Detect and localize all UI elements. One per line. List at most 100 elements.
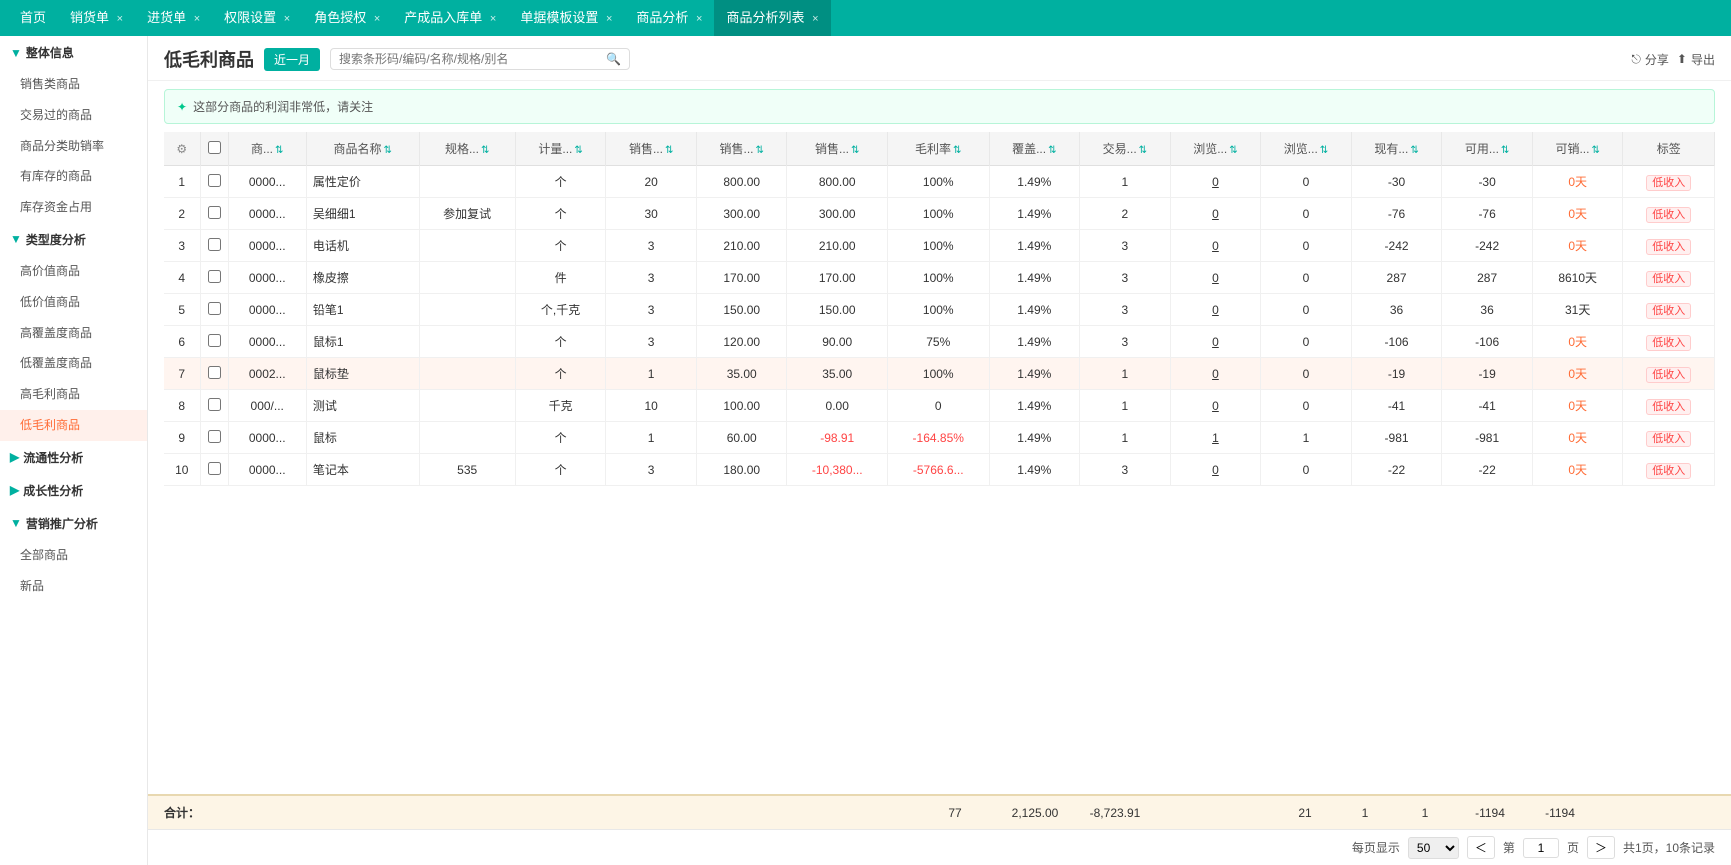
col-trade[interactable]: 交易...⇅ [1080,132,1171,166]
col-gross-rate[interactable]: 毛利率⇅ [887,132,989,166]
row-no: 4 [164,262,200,294]
row-browse1[interactable]: 0 [1170,230,1261,262]
row-browse1[interactable]: 0 [1170,262,1261,294]
row-select-checkbox[interactable] [208,174,221,187]
export-button[interactable]: ⬆ 导出 [1677,51,1715,68]
nav-sales-close[interactable]: × [117,13,123,25]
nav-product-entry[interactable]: 产成品入库单 × [392,0,508,36]
row-select-checkbox[interactable] [208,238,221,251]
col-settings[interactable]: ⚙ [164,132,200,166]
row-select-checkbox[interactable] [208,462,221,475]
col-spec[interactable]: 规格...⇅ [419,132,515,166]
col-sales-qty[interactable]: 销售...⇅ [606,132,697,166]
next-page-button[interactable]: ＞ [1587,836,1615,859]
row-browse1[interactable]: 0 [1170,294,1261,326]
row-checkbox[interactable] [200,230,228,262]
row-browse1[interactable]: 0 [1170,326,1261,358]
col-coverage[interactable]: 覆盖...⇅ [989,132,1080,166]
row-select-checkbox[interactable] [208,302,221,315]
nav-permissions-close[interactable]: × [284,13,290,25]
row-checkbox[interactable] [200,262,228,294]
sidebar-item-all-goods[interactable]: 全部商品 [0,540,147,571]
nav-analysis-close[interactable]: × [696,13,702,25]
nav-sales[interactable]: 销货单 × [58,0,135,36]
sidebar-section-growth[interactable]: ▶ 成长性分析 [0,474,147,507]
table-container[interactable]: ⚙ 商...⇅ 商品名称⇅ 规格...⇅ 计量...⇅ 销售...⇅ 销售...… [148,132,1731,794]
table-row: 10 0000... 笔记本 535 个 3 180.00 -10,380...… [164,454,1715,486]
page-number-input[interactable] [1523,838,1559,858]
col-current-stock[interactable]: 现有...⇅ [1351,132,1442,166]
row-browse1[interactable]: 0 [1170,358,1261,390]
select-all-checkbox[interactable] [208,141,221,154]
sidebar-item-in-stock[interactable]: 有库存的商品 [0,161,147,192]
sidebar-section-liquidity[interactable]: ▶ 流通性分析 [0,441,147,474]
row-select-checkbox[interactable] [208,334,221,347]
row-select-checkbox[interactable] [208,366,221,379]
nav-roles-close[interactable]: × [374,13,380,25]
sidebar-item-high-margin[interactable]: 高毛利商品 [0,379,147,410]
row-no: 1 [164,166,200,198]
nav-template-close[interactable]: × [606,13,612,25]
sidebar-item-low-coverage[interactable]: 低覆盖度商品 [0,348,147,379]
col-browse1[interactable]: 浏览...⇅ [1170,132,1261,166]
sidebar-item-high-coverage[interactable]: 高覆盖度商品 [0,318,147,349]
nav-permissions[interactable]: 权限设置 × [212,0,302,36]
search-icon: 🔍 [606,52,621,66]
nav-product-entry-close[interactable]: × [490,13,496,25]
nav-analysis-list-close[interactable]: × [812,13,818,25]
nav-home[interactable]: 首页 [8,0,58,36]
sidebar-section-overall[interactable]: ▼ 整体信息 [0,36,147,69]
sidebar-item-high-value[interactable]: 高价值商品 [0,256,147,287]
sidebar-item-sales-goods[interactable]: 销售类商品 [0,69,147,100]
row-browse1[interactable]: 0 [1170,198,1261,230]
row-checkbox[interactable] [200,454,228,486]
settings-icon[interactable]: ⚙ [176,142,187,156]
nav-purchase-close[interactable]: × [194,13,200,25]
col-sales-price[interactable]: 销售...⇅ [696,132,787,166]
sidebar-section-type-analysis[interactable]: ▼ 类型度分析 [0,223,147,256]
row-coverage: 1.49% [989,422,1080,454]
row-checkbox[interactable] [200,390,228,422]
prev-page-button[interactable]: ＜ [1467,836,1495,859]
row-browse1[interactable]: 0 [1170,166,1261,198]
row-checkbox[interactable] [200,326,228,358]
nav-template[interactable]: 单据模板设置 × [508,0,624,36]
nav-roles[interactable]: 角色授权 × [302,0,392,36]
col-checkbox[interactable] [200,132,228,166]
row-checkbox[interactable] [200,294,228,326]
time-filter-button[interactable]: 近一月 [264,48,320,71]
row-browse1[interactable]: 1 [1170,422,1261,454]
row-select-checkbox[interactable] [208,206,221,219]
row-checkbox[interactable] [200,422,228,454]
col-name[interactable]: 商品名称⇅ [306,132,419,166]
row-select-checkbox[interactable] [208,430,221,443]
row-checkbox[interactable] [200,358,228,390]
per-page-select[interactable]: 50 100 [1408,837,1459,859]
sidebar-item-new-goods[interactable]: 新品 [0,571,147,602]
row-checkbox[interactable] [200,166,228,198]
row-select-checkbox[interactable] [208,270,221,283]
row-browse1[interactable]: 0 [1170,454,1261,486]
sidebar-item-stock-capital[interactable]: 库存资金占用 [0,192,147,223]
nav-analysis[interactable]: 商品分析 × [624,0,714,36]
sidebar-item-low-value[interactable]: 低价值商品 [0,287,147,318]
sidebar-item-category-rate[interactable]: 商品分类助销率 [0,131,147,162]
sidebar-section-marketing[interactable]: ▼ 营销推广分析 [0,507,147,540]
nav-purchase[interactable]: 进货单 × [135,0,212,36]
share-button[interactable]: ⎋ 分享 [1631,51,1669,68]
row-unit: 个 [515,166,606,198]
row-browse1[interactable]: 0 [1170,390,1261,422]
row-checkbox[interactable] [200,198,228,230]
sidebar-item-low-margin[interactable]: 低毛利商品 [0,410,147,441]
row-select-checkbox[interactable] [208,398,221,411]
col-available[interactable]: 可用...⇅ [1442,132,1533,166]
search-input[interactable] [339,52,602,66]
col-sellable[interactable]: 可销...⇅ [1532,132,1623,166]
col-sales-profit[interactable]: 销售...⇅ [787,132,887,166]
nav-analysis-list[interactable]: 商品分析列表 × [714,0,830,36]
col-code[interactable]: 商...⇅ [228,132,306,166]
row-no: 7 [164,358,200,390]
col-unit[interactable]: 计量...⇅ [515,132,606,166]
col-browse2[interactable]: 浏览...⇅ [1261,132,1352,166]
sidebar-item-traded-goods[interactable]: 交易过的商品 [0,100,147,131]
